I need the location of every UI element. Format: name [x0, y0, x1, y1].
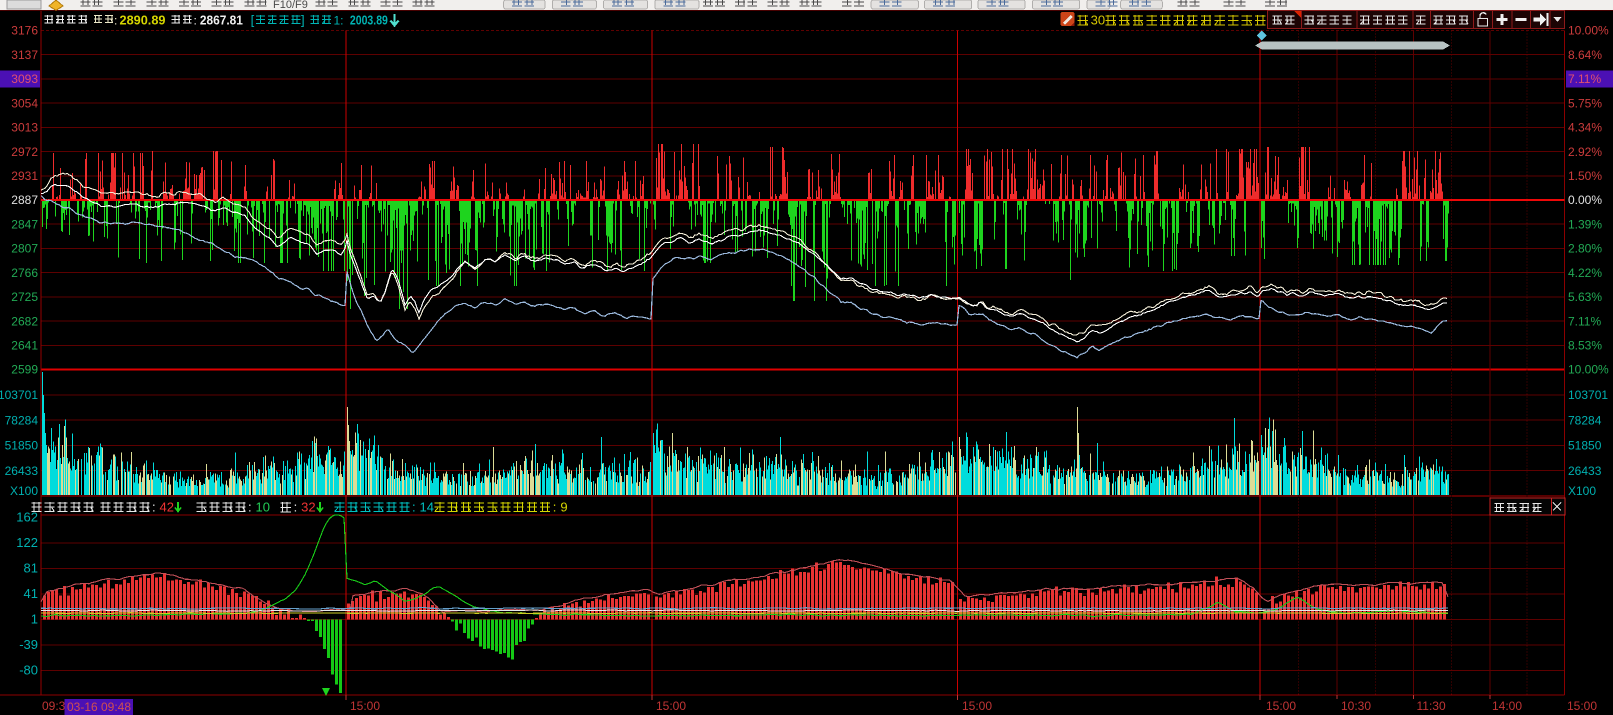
- svg-text:2867.81: 2867.81: [200, 13, 243, 28]
- svg-text:51850: 51850: [1568, 439, 1602, 453]
- svg-text:2.92%: 2.92%: [1568, 145, 1602, 159]
- svg-text:2890.89: 2890.89: [120, 13, 166, 28]
- svg-text:1.50%: 1.50%: [1568, 169, 1602, 183]
- svg-text:3054: 3054: [11, 96, 38, 110]
- svg-text::: :: [194, 14, 197, 28]
- svg-text:-39: -39: [19, 637, 38, 652]
- svg-text::: :: [294, 500, 301, 515]
- svg-text:2725: 2725: [11, 290, 38, 304]
- svg-text:X100: X100: [1568, 484, 1596, 498]
- svg-text:03-16 09:48: 03-16 09:48: [67, 700, 131, 714]
- svg-text:3013: 3013: [11, 121, 38, 135]
- svg-text:4.22%: 4.22%: [1568, 266, 1602, 280]
- svg-text:41: 41: [24, 586, 38, 601]
- svg-text:]: ]: [301, 13, 305, 28]
- svg-text:3137: 3137: [11, 48, 38, 62]
- svg-text:8.64%: 8.64%: [1568, 48, 1602, 62]
- svg-text:7.11%: 7.11%: [1568, 314, 1601, 328]
- svg-text:26433: 26433: [5, 464, 39, 478]
- svg-text:103701: 103701: [0, 388, 38, 402]
- svg-text:78284: 78284: [1568, 413, 1602, 427]
- svg-text:15:00: 15:00: [962, 699, 992, 713]
- svg-text:F10/F9: F10/F9: [273, 0, 308, 11]
- svg-text:9: 9: [560, 500, 567, 515]
- svg-text::: :: [114, 14, 117, 28]
- svg-text:26433: 26433: [1568, 464, 1602, 478]
- svg-text:[: [: [251, 13, 255, 28]
- svg-text:2972: 2972: [11, 145, 38, 159]
- svg-text:1.39%: 1.39%: [1568, 217, 1602, 231]
- svg-text:32: 32: [301, 500, 315, 515]
- svg-text:0.00%: 0.00%: [1568, 193, 1602, 207]
- svg-text:X100: X100: [10, 484, 38, 498]
- svg-text:15:00: 15:00: [656, 699, 686, 713]
- svg-text:2599: 2599: [11, 363, 38, 377]
- svg-text:14:00: 14:00: [1492, 699, 1522, 713]
- svg-text::: :: [152, 500, 159, 515]
- svg-text:2003.89: 2003.89: [350, 13, 388, 28]
- svg-text:-80: -80: [19, 663, 38, 678]
- svg-text:10: 10: [256, 500, 270, 515]
- svg-text:3093: 3093: [11, 72, 38, 86]
- svg-text:2.80%: 2.80%: [1568, 242, 1602, 256]
- svg-text:2641: 2641: [11, 338, 38, 352]
- svg-text:42: 42: [160, 500, 174, 515]
- svg-text:5.63%: 5.63%: [1568, 290, 1602, 304]
- svg-text:10.00%: 10.00%: [1568, 363, 1609, 377]
- svg-text:2931: 2931: [11, 169, 38, 183]
- svg-text:2847: 2847: [11, 217, 38, 231]
- svg-text:11:30: 11:30: [1417, 699, 1446, 713]
- svg-text:8.53%: 8.53%: [1568, 338, 1602, 352]
- svg-text:14: 14: [420, 500, 434, 515]
- svg-text:2807: 2807: [11, 242, 38, 256]
- svg-text:10.00%: 10.00%: [1568, 24, 1609, 38]
- svg-text::: :: [553, 500, 560, 515]
- svg-text:2766: 2766: [11, 266, 38, 280]
- svg-text:103701: 103701: [1568, 388, 1608, 402]
- svg-text:15:00: 15:00: [1567, 699, 1597, 713]
- svg-text::: :: [248, 500, 255, 515]
- svg-text:3176: 3176: [11, 24, 38, 38]
- svg-text:78284: 78284: [5, 413, 39, 427]
- svg-text:81: 81: [24, 561, 38, 576]
- svg-text:30: 30: [1091, 13, 1105, 28]
- svg-text:2887: 2887: [11, 193, 38, 207]
- svg-text:1: 1: [31, 612, 38, 627]
- svg-text:51850: 51850: [5, 439, 39, 453]
- svg-text:2682: 2682: [11, 314, 38, 328]
- svg-text:15:00: 15:00: [1266, 699, 1296, 713]
- svg-text:5.75%: 5.75%: [1568, 96, 1602, 110]
- svg-text:7.11%: 7.11%: [1568, 72, 1601, 86]
- svg-text:4.34%: 4.34%: [1568, 121, 1602, 135]
- svg-text:1:: 1:: [334, 14, 344, 28]
- svg-text::: :: [412, 500, 419, 515]
- svg-text:10:30: 10:30: [1341, 699, 1371, 713]
- svg-text:122: 122: [16, 535, 38, 550]
- svg-text:15:00: 15:00: [350, 699, 380, 713]
- svg-text:162: 162: [16, 510, 38, 525]
